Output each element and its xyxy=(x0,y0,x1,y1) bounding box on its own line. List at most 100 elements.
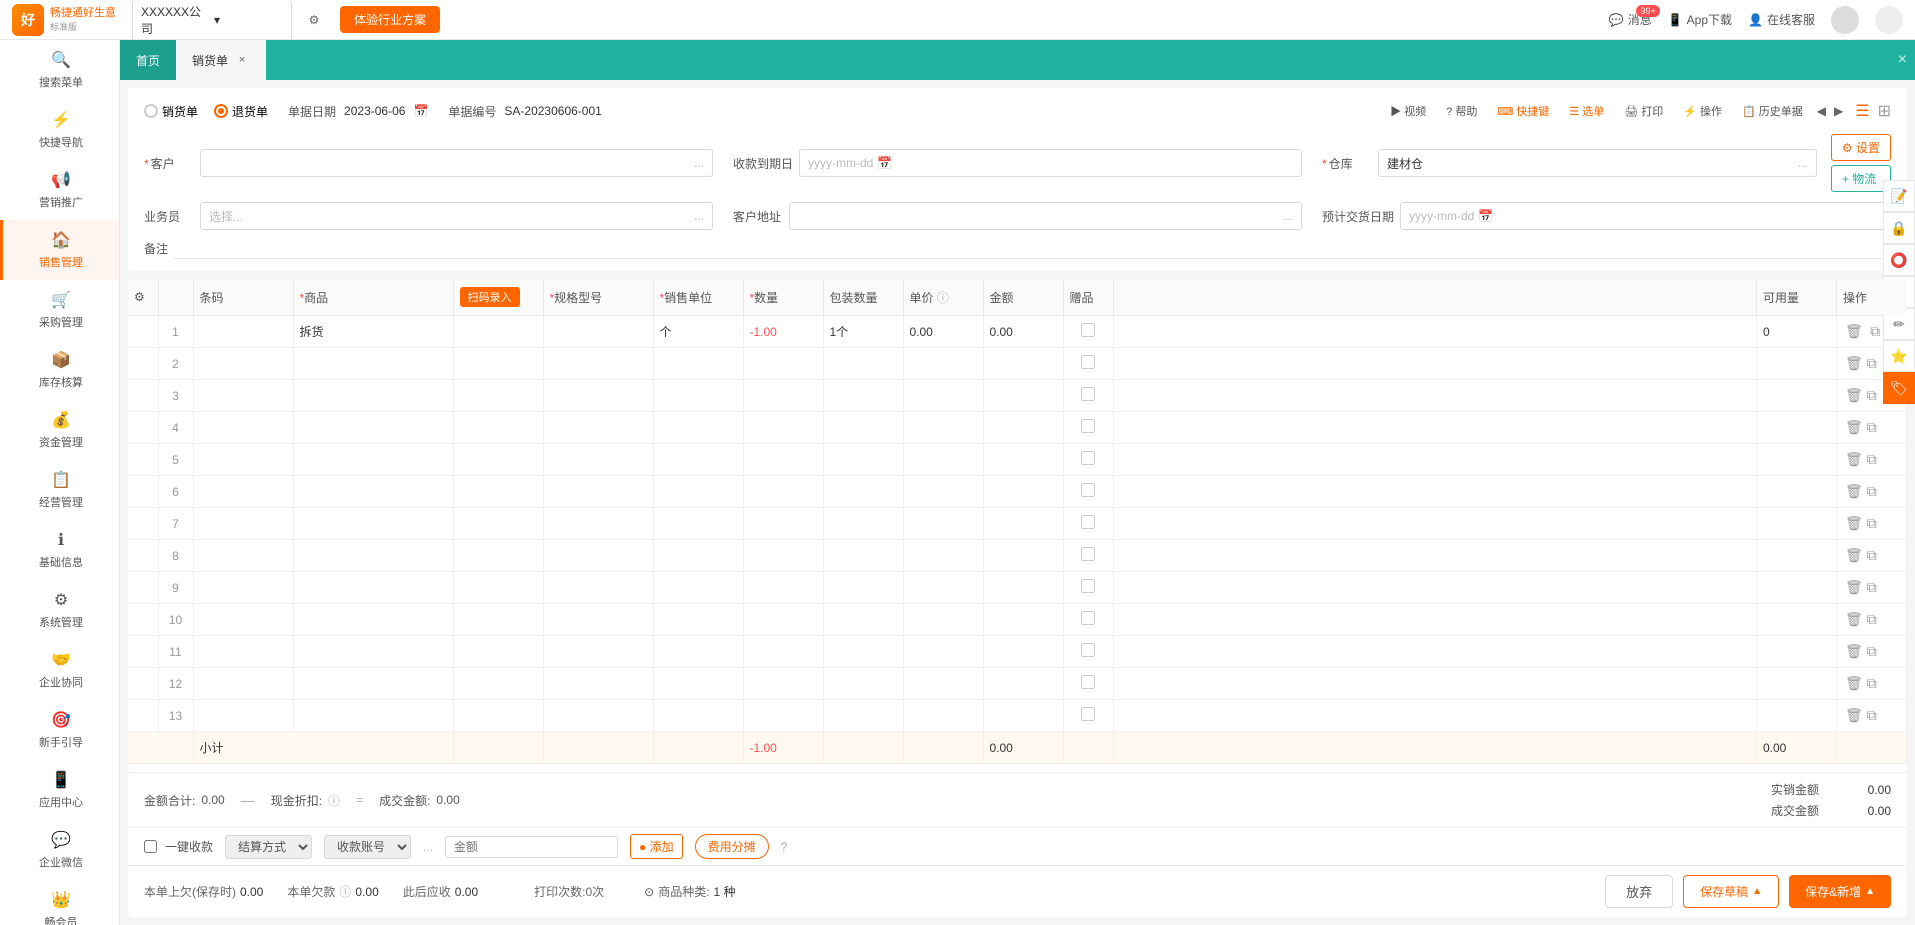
copy-row-icon[interactable]: ⧉ xyxy=(1865,579,1879,595)
company-selector[interactable]: XXXXXX公司 ▾ xyxy=(132,0,292,41)
save-new-button[interactable]: 保存&新增 ▲ xyxy=(1789,875,1891,908)
delete-row-icon[interactable]: 🗑 xyxy=(1843,611,1865,627)
operations-button[interactable]: ⚡ 操作 xyxy=(1677,100,1728,122)
trial-button[interactable]: 体验行业方案 xyxy=(340,6,440,33)
sidebar-item-system[interactable]: ⚙ 系统管理 xyxy=(0,580,119,640)
copy-row-icon[interactable]: ⧉ xyxy=(1865,675,1879,691)
copy-row-icon[interactable]: ⧉ xyxy=(1865,547,1879,563)
row-gift-1[interactable] xyxy=(1063,316,1113,348)
row-pack-1[interactable]: 1个 xyxy=(823,316,903,348)
sidebar-item-search[interactable]: 🔍 搜索菜单 xyxy=(0,40,119,100)
delete-row-icon[interactable]: 🗑 xyxy=(1843,707,1865,723)
one-click-checkbox[interactable] xyxy=(144,840,157,853)
sidebar-item-marketing[interactable]: 📢 营销推广 xyxy=(0,160,119,220)
copy-row-icon[interactable]: ⧉ xyxy=(1865,451,1879,467)
expense-split-help-icon[interactable]: ? xyxy=(781,840,788,854)
delete-row-icon[interactable]: 🗑 xyxy=(1843,419,1865,435)
row-unit-1[interactable]: 个 xyxy=(653,316,743,348)
online-service-button[interactable]: 👤 在线客服 xyxy=(1748,11,1815,28)
payment-method-select[interactable]: 结算方式 xyxy=(225,835,312,859)
delete-row-icon[interactable]: 🗑 xyxy=(1843,451,1865,467)
own-owe-info-icon[interactable]: ⓘ xyxy=(339,883,351,900)
calendar-icon[interactable]: 📅 xyxy=(413,104,428,118)
settings-icon[interactable]: ⚙ xyxy=(300,6,328,34)
salesperson-input[interactable]: 选择... ... xyxy=(200,202,713,230)
delete-row-icon[interactable]: 🗑 xyxy=(1843,547,1865,563)
close-all-tabs-icon[interactable]: × xyxy=(1898,51,1907,69)
copy-row-icon[interactable]: ⧉ xyxy=(1865,515,1879,531)
shortcut-button[interactable]: ⌨ 快捷键 xyxy=(1491,100,1555,122)
right-float-note-icon[interactable]: 📝 xyxy=(1883,180,1915,212)
sidebar-item-app-center[interactable]: 📱 应用中心 xyxy=(0,760,119,820)
payment-account-select[interactable]: 收款账号 xyxy=(324,835,411,859)
radio-sales-order[interactable]: 销货单 xyxy=(144,103,198,120)
expense-split-button[interactable]: 费用分摊 xyxy=(695,834,769,859)
delivery-calendar-icon[interactable]: 📅 xyxy=(1478,209,1493,223)
sidebar-item-purchase[interactable]: 🛒 采购管理 xyxy=(0,280,119,340)
settings-button[interactable]: ⚙ 设置 xyxy=(1831,134,1891,161)
right-float-tag-icon[interactable]: 🏷 xyxy=(1883,372,1915,404)
copy-row-icon[interactable]: ⧉ xyxy=(1865,483,1879,499)
warehouse-input[interactable]: 建材仓 ... xyxy=(1378,149,1817,177)
sidebar-item-quick-nav[interactable]: ⚡ 快捷导航 xyxy=(0,100,119,160)
scan-button[interactable]: 扫码录入 xyxy=(460,287,520,307)
delivery-date-input[interactable]: yyyy-mm-dd 📅 xyxy=(1400,202,1891,230)
avatar[interactable] xyxy=(1831,6,1859,34)
sidebar-item-guide[interactable]: 🎯 新手引导 xyxy=(0,700,119,760)
delete-row-icon[interactable]: 🗑 xyxy=(1843,355,1865,371)
app-download-button[interactable]: 📱 App下载 xyxy=(1668,11,1732,28)
copy-row-icon[interactable]: ⧉ xyxy=(1865,355,1879,371)
right-float-lock-icon[interactable]: 🔒 xyxy=(1883,212,1915,244)
list-view-icon[interactable]: ☰ xyxy=(1855,101,1869,121)
help-button[interactable]: ? 帮助 xyxy=(1440,100,1483,122)
grid-view-icon[interactable]: ⊞ xyxy=(1878,101,1891,121)
product-type-checkbox[interactable]: ⊙ xyxy=(644,885,654,899)
sidebar-item-enterprise[interactable]: 🤝 企业协同 xyxy=(0,640,119,700)
logistics-button[interactable]: + 物流 xyxy=(1831,165,1891,192)
sidebar-item-sales[interactable]: 🏠 销售管理 xyxy=(0,220,119,280)
delete-row-icon[interactable]: 🗑 xyxy=(1843,323,1865,339)
row-barcode-1[interactable] xyxy=(193,316,293,348)
copy-row-icon[interactable]: ⧉ xyxy=(1868,323,1882,339)
sidebar-item-finance[interactable]: 💰 资金管理 xyxy=(0,400,119,460)
row-price-1[interactable]: 0.00 xyxy=(903,316,983,348)
receivable-calendar-icon[interactable]: 📅 xyxy=(877,156,892,170)
delete-row-icon[interactable]: 🗑 xyxy=(1843,579,1865,595)
sidebar-item-management[interactable]: 📋 经营管理 xyxy=(0,460,119,520)
copy-row-icon[interactable]: ⧉ xyxy=(1865,643,1879,659)
delete-row-icon[interactable]: 🗑 xyxy=(1843,515,1865,531)
nav-prev-icon[interactable]: ◀ xyxy=(1817,104,1826,118)
radio-return-order[interactable]: 退货单 xyxy=(214,103,268,120)
customer-input[interactable]: ... xyxy=(200,149,713,177)
discard-button[interactable]: 放弃 xyxy=(1605,875,1673,908)
copy-row-icon[interactable]: ⧉ xyxy=(1865,707,1879,723)
row-product-1[interactable]: 拆货 xyxy=(293,316,453,348)
form-date-value[interactable]: 2023-06-06 xyxy=(344,104,405,118)
copy-row-icon[interactable]: ⧉ xyxy=(1865,387,1879,403)
customer-address-input[interactable]: ... xyxy=(789,202,1302,230)
right-float-circle-icon[interactable]: ⭕ xyxy=(1883,244,1915,276)
select-button[interactable]: ☰ 选单 xyxy=(1563,100,1610,122)
add-charge-button[interactable]: ● 添加 xyxy=(630,834,683,859)
delete-row-icon[interactable]: 🗑 xyxy=(1843,675,1865,691)
delete-row-icon[interactable]: 🗑 xyxy=(1843,643,1865,659)
right-float-star-icon[interactable]: ⭐ xyxy=(1883,340,1915,372)
receivable-date-input[interactable]: yyyy-mm-dd 📅 xyxy=(799,149,1302,177)
payment-amount-input[interactable] xyxy=(445,836,618,858)
tab-close-icon[interactable]: × xyxy=(234,52,250,68)
th-settings[interactable]: ⚙ xyxy=(128,279,158,316)
sidebar-item-member[interactable]: 👑 畅会员 xyxy=(0,880,119,925)
sidebar-item-basic-info[interactable]: ℹ 基础信息 xyxy=(0,520,119,580)
print-button[interactable]: 🖨 打印 xyxy=(1618,100,1669,122)
form-number-value[interactable]: SA-20230606-001 xyxy=(504,104,601,118)
sidebar-item-inventory[interactable]: 📦 库存核算 xyxy=(0,340,119,400)
tab-sales-order[interactable]: 销货单 × xyxy=(176,40,266,80)
delete-row-icon[interactable]: 🗑 xyxy=(1843,387,1865,403)
row-qty-1[interactable]: -1.00 xyxy=(743,316,823,348)
sidebar-item-wechat[interactable]: 💬 企业微信 xyxy=(0,820,119,880)
one-click-payment-checkbox[interactable]: 一键收款 xyxy=(144,838,213,855)
nav-next-icon[interactable]: ▶ xyxy=(1834,104,1843,118)
video-button[interactable]: ▶ 视频 xyxy=(1384,100,1432,122)
discount-info-icon[interactable]: ⓘ xyxy=(328,792,340,809)
history-order-button[interactable]: 📋 历史单据 xyxy=(1736,100,1809,122)
